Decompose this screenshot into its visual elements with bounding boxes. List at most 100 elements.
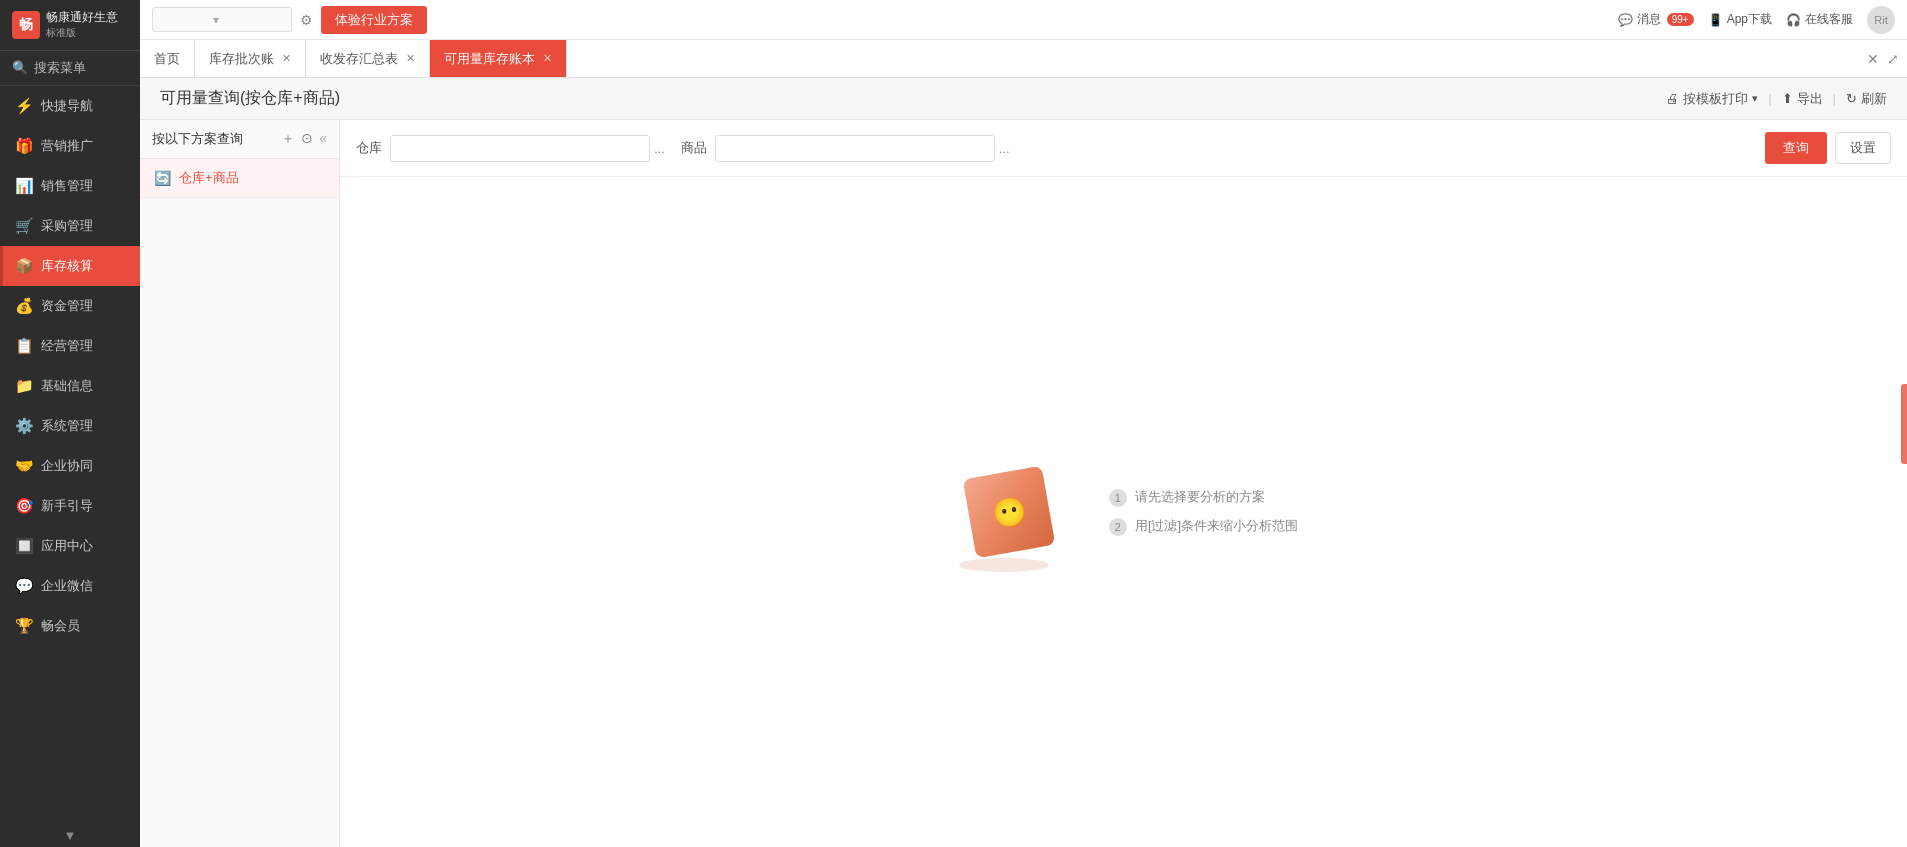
content-area: 按以下方案查询 ＋ ⊙ « 🔄 仓库+商品 仓库 ... (140, 120, 1907, 847)
app-edition: 标准版 (46, 26, 118, 40)
empty-illustration: 😶 (949, 452, 1069, 572)
hint-num-2: 2 (1109, 518, 1127, 536)
basic-info-icon: 📁 (15, 377, 33, 395)
tab-available-ledger-close[interactable]: ✕ (543, 52, 552, 65)
sidebar-label-basic-info: 基础信息 (41, 377, 93, 395)
online-service-icon: 🎧 (1786, 13, 1801, 27)
app-download-button[interactable]: 📱 App下载 (1708, 11, 1772, 28)
sidebar-item-enterprise-wechat[interactable]: 💬 企业微信 (0, 566, 140, 606)
message-label: 消息 (1637, 11, 1661, 28)
sidebar-label-finance: 资金管理 (41, 297, 93, 315)
sidebar-item-new-guide[interactable]: 🎯 新手引导 (0, 486, 140, 526)
topbar: ▾ ⚙ 体验行业方案 💬 消息 99+ 📱 App下载 🎧 在线客服 Rit (140, 0, 1907, 40)
sidebar-item-inventory[interactable]: 📦 库存核算 (0, 246, 140, 286)
sidebar-label-member: 畅会员 (41, 617, 80, 635)
export-icon: ⬆ (1782, 91, 1793, 106)
print-dropdown-icon[interactable]: ▾ (1752, 92, 1758, 105)
app-name: 畅康通好生意 (46, 10, 118, 26)
tab-batch-account[interactable]: 库存批次账 ✕ (195, 40, 306, 77)
sidebar-label-enterprise-wechat: 企业微信 (41, 577, 93, 595)
product-filter: 商品 ... (681, 135, 1010, 162)
sidebar-item-purchase[interactable]: 🛒 采购管理 (0, 206, 140, 246)
topbar-gear-icon[interactable]: ⚙ (300, 12, 313, 28)
refresh-button[interactable]: ↻ 刷新 (1846, 90, 1887, 108)
tab-inventory-summary-close[interactable]: ✕ (406, 52, 415, 65)
add-scheme-icon[interactable]: ＋ (281, 130, 295, 148)
avatar-text: Rit (1874, 14, 1887, 26)
separator-1: | (1768, 91, 1771, 106)
hint-text-1: 请先选择要分析的方案 (1135, 488, 1265, 506)
tab-close-button[interactable]: ✕ (1867, 51, 1879, 67)
topbar-search-area[interactable]: ▾ (152, 7, 292, 32)
tab-available-ledger[interactable]: 可用量库存账本 ✕ (430, 40, 567, 77)
collapse-panel-icon[interactable]: « (319, 130, 327, 148)
sidebar-item-marketing[interactable]: 🎁 营销推广 (0, 126, 140, 166)
sidebar-label-enterprise: 企业协同 (41, 457, 93, 475)
new-guide-icon: 🎯 (15, 497, 33, 515)
settings-scheme-icon[interactable]: ⊙ (301, 130, 313, 148)
quick-nav-icon: ⚡ (15, 97, 33, 115)
print-icon: 🖨 (1666, 91, 1679, 106)
product-input[interactable] (715, 135, 995, 162)
right-content: 仓库 ... 商品 ... 查询 设置 (340, 120, 1907, 847)
scheme-item-icon: 🔄 (154, 170, 171, 186)
user-avatar[interactable]: Rit (1867, 6, 1895, 34)
sidebar-item-basic-info[interactable]: 📁 基础信息 (0, 366, 140, 406)
sidebar-item-app-center[interactable]: 🔲 应用中心 (0, 526, 140, 566)
tab-inventory-summary-label: 收发存汇总表 (320, 50, 398, 68)
sidebar-label-quick-nav: 快捷导航 (41, 97, 93, 115)
tab-home[interactable]: 首页 (140, 40, 195, 77)
sidebar-nav: ⚡ 快捷导航 🎁 营销推广 📊 销售管理 🛒 采购管理 📦 库存核算 💰 资金管… (0, 86, 140, 824)
warehouse-more-btn[interactable]: ... (654, 141, 665, 156)
tab-inventory-summary[interactable]: 收发存汇总表 ✕ (306, 40, 430, 77)
sidebar-item-sales[interactable]: 📊 销售管理 (0, 166, 140, 206)
tab-batch-account-label: 库存批次账 (209, 50, 274, 68)
inventory-icon: 📦 (15, 257, 33, 275)
export-button[interactable]: ⬆ 导出 (1782, 90, 1823, 108)
app-download-label: App下载 (1727, 11, 1772, 28)
sidebar-search[interactable]: 🔍 搜索菜单 (0, 51, 140, 86)
message-button[interactable]: 💬 消息 99+ (1618, 11, 1694, 28)
query-button[interactable]: 查询 (1765, 132, 1827, 164)
warehouse-filter: 仓库 ... (356, 135, 665, 162)
sidebar-label-inventory: 库存核算 (41, 257, 93, 275)
solution-button[interactable]: 体验行业方案 (321, 6, 427, 34)
product-more-btn[interactable]: ... (999, 141, 1010, 156)
empty-state-inner: 😶 1 请先选择要分析的方案 2 用[过滤]条件来缩小分析范围 (949, 452, 1298, 572)
sidebar-label-system: 系统管理 (41, 417, 93, 435)
online-service-label: 在线客服 (1805, 11, 1853, 28)
online-service-button[interactable]: 🎧 在线客服 (1786, 11, 1853, 28)
sidebar-logo: 畅 畅康通好生意 标准版 (0, 0, 140, 51)
scheme-item-warehouse-product[interactable]: 🔄 仓库+商品 (140, 159, 339, 198)
tab-expand-button[interactable]: ⤢ (1887, 51, 1899, 67)
sidebar-item-system[interactable]: ⚙️ 系统管理 (0, 406, 140, 446)
sidebar-item-member[interactable]: 🏆 畅会员 (0, 606, 140, 646)
left-panel-icon-group: ＋ ⊙ « (281, 130, 327, 148)
page-header-actions: 🖨 按模板打印 ▾ | ⬆ 导出 | ↻ 刷新 (1666, 90, 1887, 108)
main-content: ▾ ⚙ 体验行业方案 💬 消息 99+ 📱 App下载 🎧 在线客服 Rit (140, 0, 1907, 847)
warehouse-input[interactable] (390, 135, 650, 162)
tab-batch-account-close[interactable]: ✕ (282, 52, 291, 65)
settings-button[interactable]: 设置 (1835, 132, 1891, 164)
sidebar-scroll-down[interactable]: ▼ (0, 824, 140, 847)
right-accent-bar (1901, 384, 1907, 464)
left-panel-header: 按以下方案查询 ＋ ⊙ « (140, 120, 339, 159)
empty-box-icon: 😶 (963, 466, 1056, 559)
print-template-button[interactable]: 🖨 按模板打印 ▾ (1666, 90, 1758, 108)
sidebar-item-finance[interactable]: 💰 资金管理 (0, 286, 140, 326)
scheme-item-label: 仓库+商品 (179, 169, 239, 187)
sidebar-label-new-guide: 新手引导 (41, 497, 93, 515)
topbar-dropdown-icon[interactable]: ▾ (213, 13, 219, 27)
empty-hint-list: 1 请先选择要分析的方案 2 用[过滤]条件来缩小分析范围 (1109, 488, 1298, 536)
left-panel-title: 按以下方案查询 (152, 130, 243, 148)
sidebar-item-enterprise[interactable]: 🤝 企业协同 (0, 446, 140, 486)
topbar-actions: 💬 消息 99+ 📱 App下载 🎧 在线客服 Rit (1618, 6, 1895, 34)
tabs-right-actions: ✕ ⤢ (1867, 51, 1907, 67)
sidebar-item-quick-nav[interactable]: ⚡ 快捷导航 (0, 86, 140, 126)
tab-home-label: 首页 (154, 50, 180, 68)
sidebar-label-operations: 经营管理 (41, 337, 93, 355)
export-label: 导出 (1797, 90, 1823, 108)
operations-icon: 📋 (15, 337, 33, 355)
sidebar-item-operations[interactable]: 📋 经营管理 (0, 326, 140, 366)
enterprise-wechat-icon: 💬 (15, 577, 33, 595)
